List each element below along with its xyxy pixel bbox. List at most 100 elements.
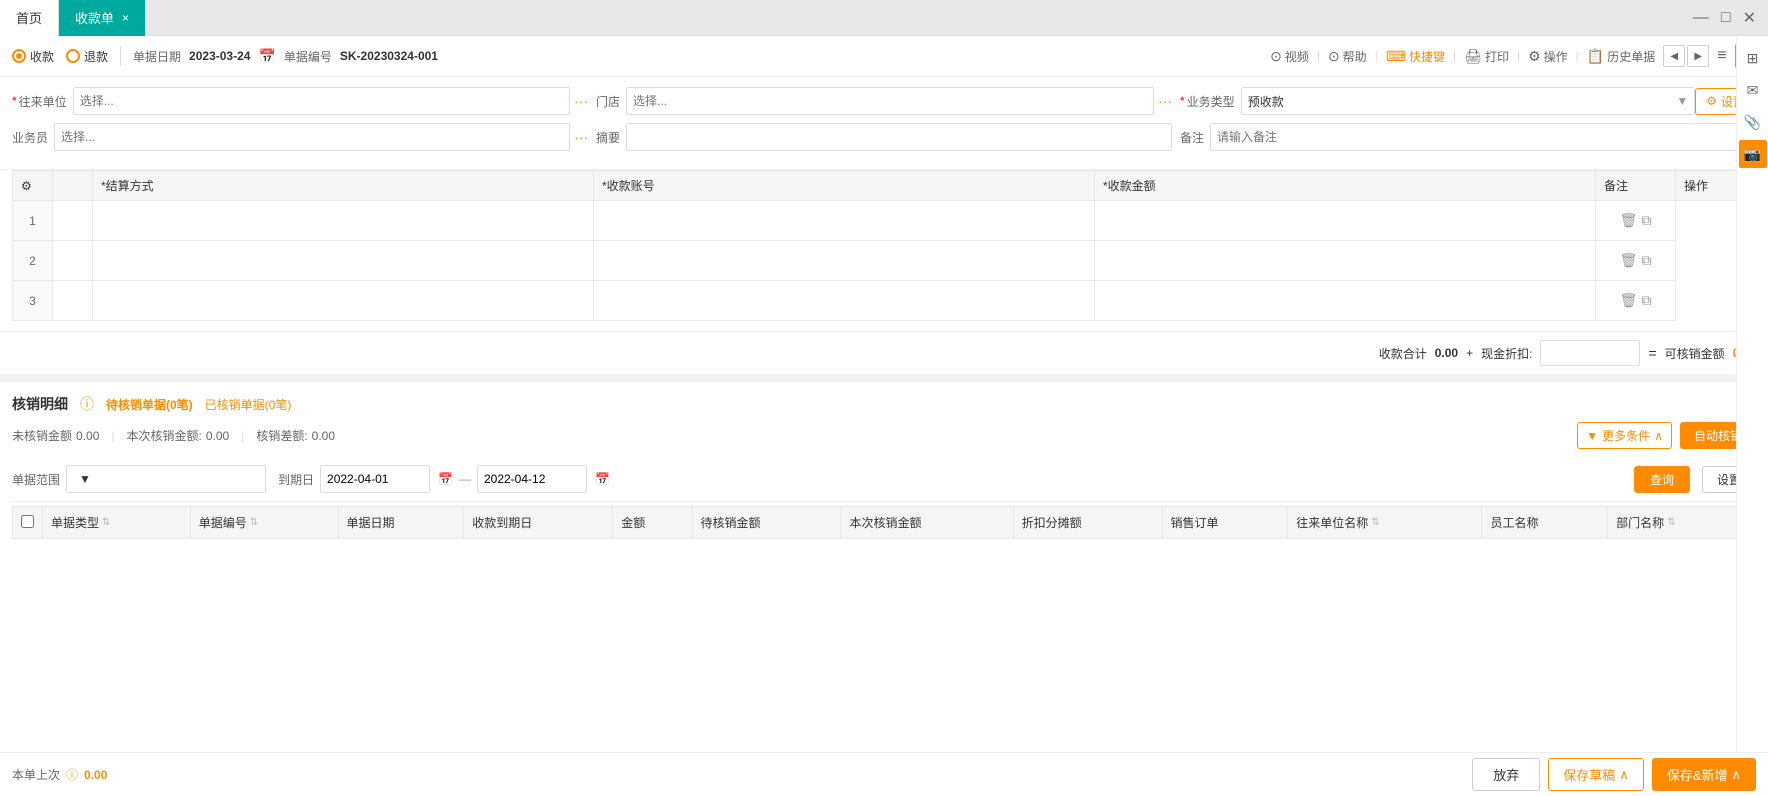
counterparty-more-btn[interactable]: ··· bbox=[574, 93, 588, 109]
row-2-action: 🗑 ⧉ bbox=[1596, 241, 1676, 281]
sidebar-screenshot-icon[interactable]: 📷 bbox=[1739, 140, 1767, 168]
range-select[interactable]: ▼ bbox=[66, 465, 266, 493]
row-3-notes-input[interactable] bbox=[1095, 281, 1595, 320]
video-button[interactable]: ⊙ 视频 bbox=[1270, 48, 1309, 65]
row-1-delete-icon[interactable]: 🗑 bbox=[1620, 212, 1638, 229]
plus-sign: + bbox=[1466, 346, 1473, 360]
toolbar-divider-1 bbox=[120, 46, 121, 66]
table-area: ⚙ *结算方式 *收款账号 *收款金额 备注 操作 1 bbox=[0, 170, 1768, 331]
verify-header: 核销明细 ⓘ 待核销单据(0笔) 已核销单据(0笔) bbox=[12, 394, 1756, 414]
row-2-amount-input[interactable] bbox=[594, 241, 1094, 280]
sidebar-email-icon[interactable]: ✉ bbox=[1739, 76, 1767, 104]
row-3-amount[interactable] bbox=[594, 281, 1095, 321]
history-button[interactable]: 📋 历史单据 bbox=[1587, 48, 1655, 65]
row-3-account[interactable] bbox=[93, 281, 594, 321]
row-1-amount-input[interactable] bbox=[594, 201, 1094, 240]
tab-home[interactable]: 首页 bbox=[0, 0, 59, 36]
save-draft-button[interactable]: 保存草稿 ∧ bbox=[1548, 758, 1644, 791]
shortcut-button[interactable]: ⌨ 快捷键 bbox=[1386, 48, 1445, 65]
col-gear-header[interactable]: ⚙ bbox=[13, 171, 53, 201]
row-2-account[interactable] bbox=[93, 241, 594, 281]
tab-receipt[interactable]: 收款单 × bbox=[59, 0, 146, 36]
cal-icon-start[interactable]: 📅 bbox=[438, 472, 453, 486]
row-2-notes[interactable] bbox=[1095, 241, 1596, 281]
row-1-copy-icon[interactable]: ⧉ bbox=[1641, 212, 1651, 229]
form-row-2: 业务员 ··· 摘要 备注 bbox=[12, 123, 1756, 151]
verify-stats-row: 未核销金额 0.00 | 本次核销金额: 0.00 | 核销差额: 0.00 ▼… bbox=[12, 422, 1756, 449]
row-3-notes[interactable] bbox=[1095, 281, 1596, 321]
radio-receipt[interactable]: 收款 bbox=[12, 48, 54, 65]
col-notes-header: 备注 bbox=[1596, 171, 1676, 201]
col-pending-header: 待核销金额 bbox=[692, 507, 841, 539]
counterparty-input[interactable] bbox=[73, 87, 570, 115]
staff-input[interactable] bbox=[54, 123, 570, 151]
range-field: 单据范围 ▼ bbox=[12, 465, 266, 493]
tab-bar-actions: — □ ✕ bbox=[1689, 6, 1768, 30]
tab-receipt-close[interactable]: × bbox=[122, 11, 129, 25]
query-button[interactable]: 查询 bbox=[1634, 466, 1690, 493]
dept-sortable[interactable]: 部门名称 ⇅ bbox=[1616, 514, 1747, 531]
row-1-settlement[interactable] bbox=[53, 201, 93, 241]
row-3-amount-input[interactable] bbox=[594, 281, 1094, 320]
row-2-settlement-input[interactable] bbox=[53, 241, 92, 280]
row-1-settlement-input[interactable] bbox=[53, 201, 92, 240]
table-row: 2 🗑 ⧉ bbox=[13, 241, 1756, 281]
date-label: 单据日期 bbox=[133, 48, 181, 65]
calendar-icon[interactable]: 📅 bbox=[258, 48, 275, 65]
history-icon: 📋 bbox=[1587, 48, 1604, 65]
help-button[interactable]: ⊙ 帮助 bbox=[1328, 48, 1367, 65]
row-2-notes-input[interactable] bbox=[1095, 241, 1595, 280]
row-1-amount[interactable] bbox=[594, 201, 1095, 241]
number-sortable[interactable]: 单据编号 ⇅ bbox=[199, 514, 330, 531]
notes-input[interactable] bbox=[1210, 123, 1756, 151]
summary-label: 摘要 bbox=[596, 129, 620, 146]
row-2-settlement[interactable] bbox=[53, 241, 93, 281]
print-button[interactable]: 🖨 打印 bbox=[1464, 48, 1509, 65]
nav-prev[interactable]: ◀ bbox=[1663, 45, 1685, 67]
more-conditions-btn[interactable]: ▼ 更多条件 ∧ bbox=[1577, 422, 1672, 449]
operation-button[interactable]: ⚙ 操作 bbox=[1528, 48, 1568, 65]
row-2-copy-icon[interactable]: ⧉ bbox=[1641, 252, 1651, 269]
list-view-icon[interactable]: ≡ bbox=[1717, 47, 1726, 65]
close-window-button[interactable]: ✕ bbox=[1739, 6, 1760, 30]
completed-tab[interactable]: 已核销单据(0笔) bbox=[205, 396, 292, 413]
save-draft-label: 保存草稿 bbox=[1563, 765, 1615, 784]
row-1-account[interactable] bbox=[93, 201, 594, 241]
type-sortable[interactable]: 单据类型 ⇅ bbox=[51, 514, 182, 531]
operation-icon: ⚙ bbox=[1528, 48, 1541, 65]
minimize-button[interactable]: — bbox=[1689, 7, 1713, 29]
due-date-start-input[interactable] bbox=[320, 465, 430, 493]
row-3-account-input[interactable] bbox=[93, 281, 593, 320]
counterparty-sortable[interactable]: 往来单位名称 ⇅ bbox=[1296, 514, 1473, 531]
abandon-button[interactable]: 放弃 bbox=[1472, 758, 1540, 791]
row-2-amount[interactable] bbox=[594, 241, 1095, 281]
footer-info-icon[interactable]: ⓘ bbox=[66, 766, 78, 783]
save-new-button[interactable]: 保存&新增 ∧ bbox=[1652, 758, 1756, 791]
row-3-delete-icon[interactable]: 🗑 bbox=[1620, 292, 1638, 309]
row-2-delete-icon[interactable]: 🗑 bbox=[1620, 252, 1638, 269]
summary-input[interactable] bbox=[626, 123, 1172, 151]
row-1-notes-input[interactable] bbox=[1095, 201, 1595, 240]
store-more-btn[interactable]: ··· bbox=[1158, 93, 1172, 109]
pending-tab[interactable]: 待核销单据(0笔) bbox=[106, 396, 193, 413]
maximize-button[interactable]: □ bbox=[1717, 7, 1735, 29]
row-3-settlement-input[interactable] bbox=[53, 281, 92, 320]
select-all-checkbox[interactable] bbox=[21, 515, 34, 528]
sidebar-attachment-icon[interactable]: 📎 bbox=[1739, 108, 1767, 136]
verify-info-icon[interactable]: ⓘ bbox=[80, 394, 94, 414]
row-1-account-input[interactable] bbox=[93, 201, 593, 240]
sidebar-grid-icon[interactable]: ⊞ bbox=[1739, 44, 1767, 72]
business-type-select[interactable]: 预收款 ▼ bbox=[1241, 87, 1696, 115]
discount-input[interactable] bbox=[1540, 340, 1640, 366]
store-input[interactable] bbox=[626, 87, 1154, 115]
stats-divider: | bbox=[111, 429, 114, 443]
row-2-account-input[interactable] bbox=[93, 241, 593, 280]
staff-more-btn[interactable]: ··· bbox=[574, 129, 588, 145]
due-date-end-input[interactable] bbox=[477, 465, 587, 493]
cal-icon-end[interactable]: 📅 bbox=[595, 472, 610, 486]
row-1-notes[interactable] bbox=[1095, 201, 1596, 241]
nav-next[interactable]: ▶ bbox=[1687, 45, 1709, 67]
row-3-copy-icon[interactable]: ⧉ bbox=[1641, 292, 1651, 309]
radio-refund[interactable]: 退款 bbox=[66, 48, 108, 65]
row-3-settlement[interactable] bbox=[53, 281, 93, 321]
